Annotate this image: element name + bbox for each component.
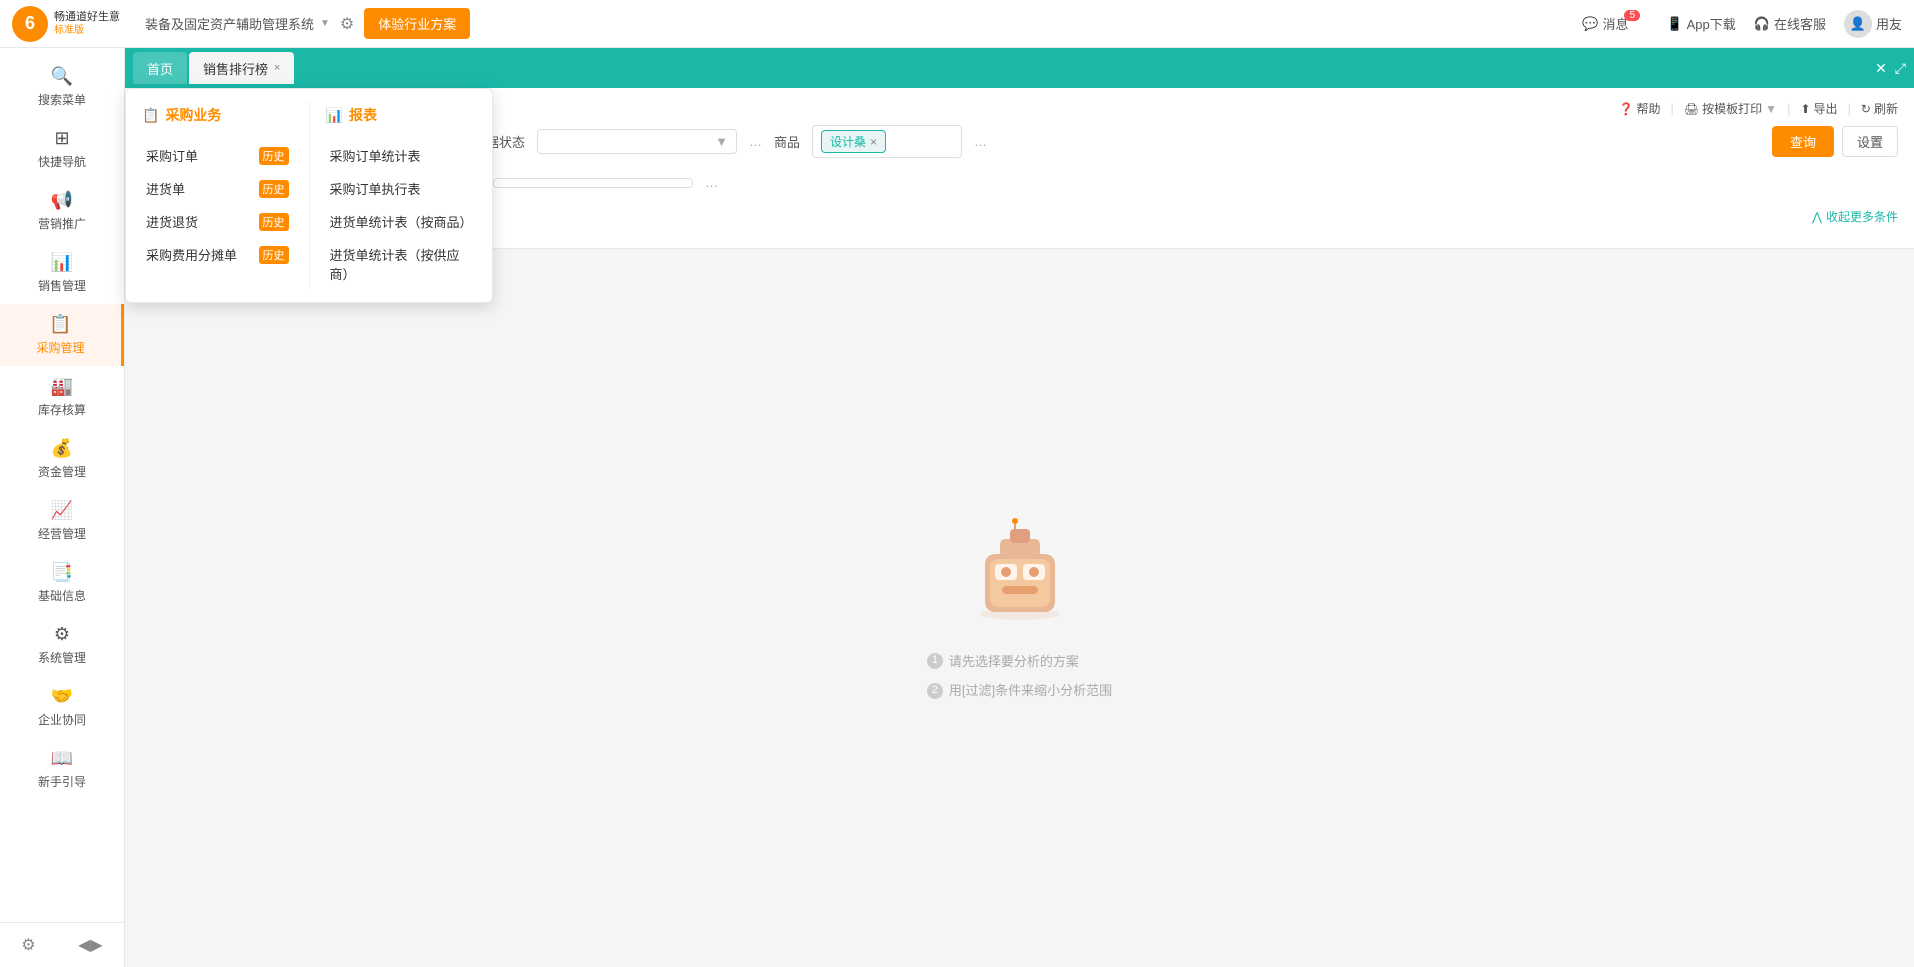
po-stat-item[interactable]: 采购订单统计表 [326, 139, 477, 172]
purchase-biz-icon: 📋 [142, 107, 159, 124]
purchase-dropdown-menu: 📋 采购业务 采购订单 历史 进货单 历史 进货退货 历史 采购费用分摊单 历史… [125, 88, 493, 303]
inbound-stat-supplier-label: 进货单统计表（按供应商） [330, 245, 473, 283]
po-exec-label: 采购订单执行表 [330, 179, 421, 198]
purchase-return-label: 进货退货 [146, 212, 198, 231]
purchase-return-item[interactable]: 进货退货 历史 [142, 205, 293, 238]
purchase-inbound-item[interactable]: 进货单 历史 [142, 172, 293, 205]
purchase-cost-history-badge: 历史 [259, 246, 289, 264]
purchase-cost-label: 采购费用分摊单 [146, 245, 237, 264]
purchase-business-section: 📋 采购业务 采购订单 历史 进货单 历史 进货退货 历史 采购费用分摊单 历史 [126, 101, 309, 290]
inbound-stat-goods-label: 进货单统计表（按商品） [330, 212, 473, 231]
purchase-return-history-badge: 历史 [259, 213, 289, 231]
purchase-order-item[interactable]: 采购订单 历史 [142, 139, 293, 172]
po-exec-item[interactable]: 采购订单执行表 [326, 172, 477, 205]
purchase-cost-item[interactable]: 采购费用分摊单 历史 [142, 238, 293, 271]
purchase-order-history-badge: 历史 [259, 147, 289, 165]
purchase-report-section: 📊 报表 采购订单统计表 采购订单执行表 进货单统计表（按商品） 进货单统计表（… [309, 101, 493, 290]
purchase-business-title: 📋 采购业务 [142, 101, 293, 129]
purchase-inbound-label: 进货单 [146, 179, 185, 198]
purchase-order-label: 采购订单 [146, 146, 198, 165]
purchase-report-title: 📊 报表 [326, 101, 477, 129]
inbound-stat-goods-item[interactable]: 进货单统计表（按商品） [326, 205, 477, 238]
purchase-inbound-history-badge: 历史 [259, 180, 289, 198]
po-stat-label: 采购订单统计表 [330, 146, 421, 165]
report-icon: 📊 [326, 107, 343, 124]
inbound-stat-supplier-item[interactable]: 进货单统计表（按供应商） [326, 238, 477, 290]
